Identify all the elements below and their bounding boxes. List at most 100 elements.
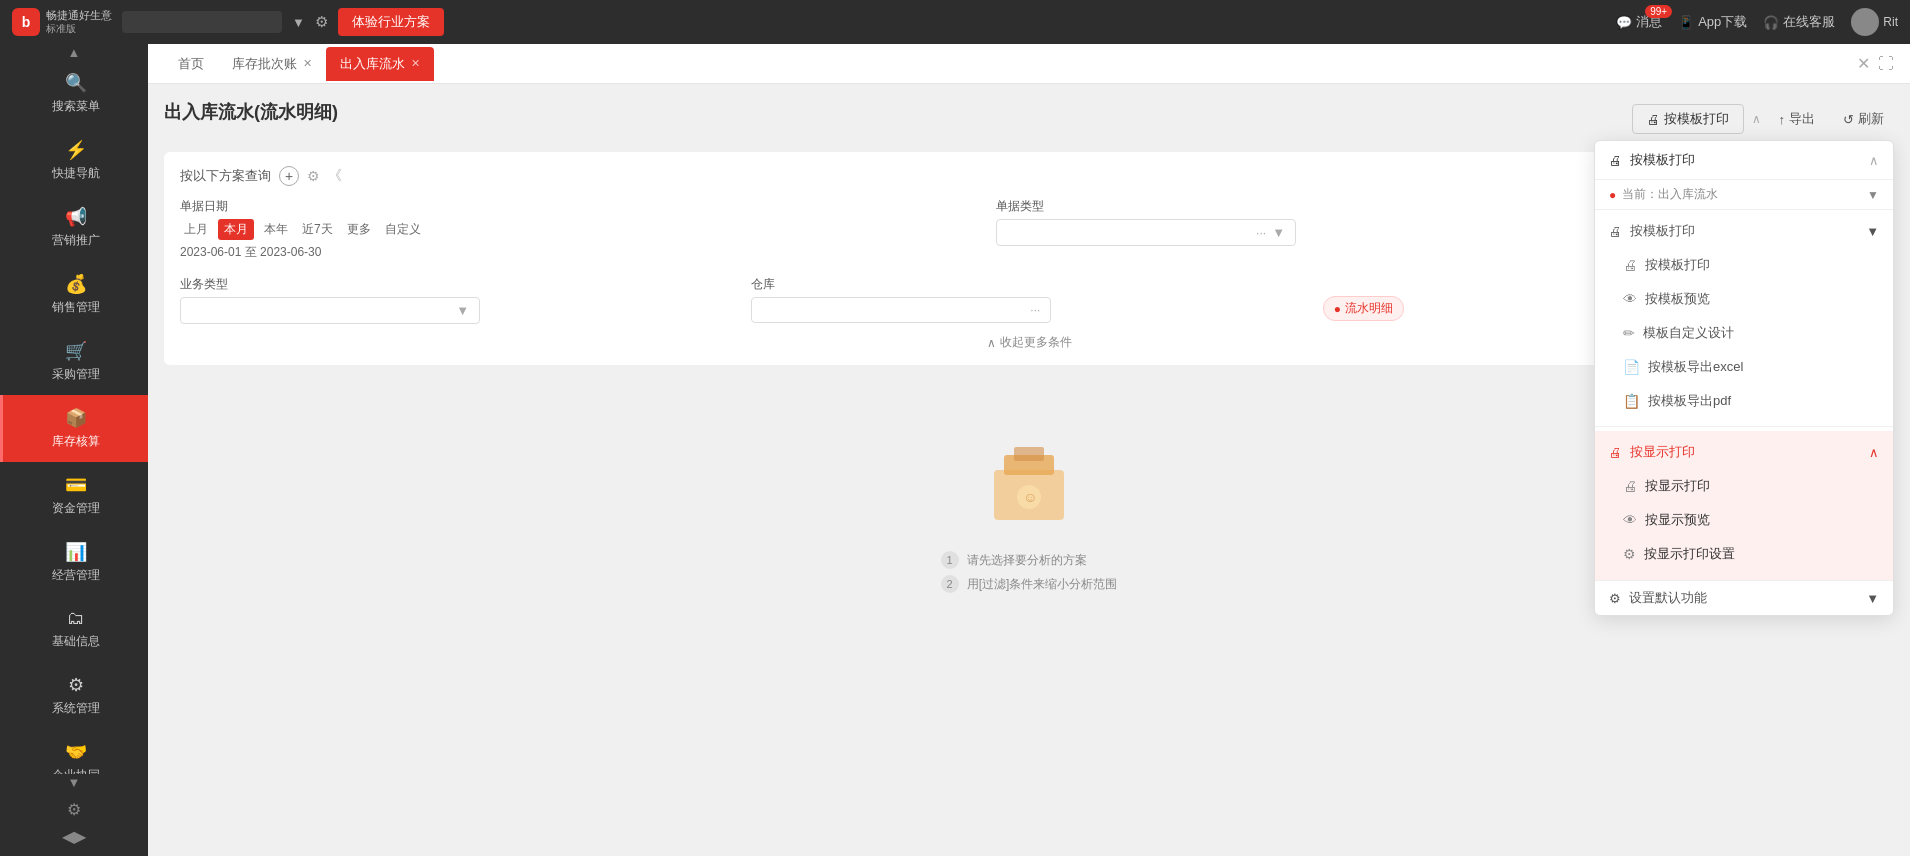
tab-flow-close[interactable]: ✕	[411, 57, 420, 70]
marketing-icon: 📢	[65, 206, 87, 228]
active-filter-label: 流水明细	[1345, 300, 1393, 317]
filter-add-button[interactable]: +	[279, 166, 299, 186]
display-section-chevron: ∧	[1869, 445, 1879, 460]
sidebar-item-finance[interactable]: 💳 资金管理	[0, 462, 148, 529]
cooperation-icon: 🤝	[65, 741, 87, 763]
operations-icon: 📊	[65, 541, 87, 563]
template-print-item[interactable]: 🖨 按模板打印	[1595, 248, 1893, 282]
sidebar-settings-icon[interactable]: ⚙	[67, 800, 81, 819]
sidebar-bottom: ⚙ ◀▶	[0, 790, 148, 856]
user-avatar-area[interactable]: Rit	[1851, 8, 1898, 36]
active-filter-icon: ●	[1334, 302, 1341, 316]
export-button[interactable]: ↑ 导出	[1769, 105, 1826, 133]
sidebar-collapse-icon[interactable]: ◀▶	[62, 827, 86, 846]
display-print-icon: 🖨	[1623, 478, 1637, 494]
tab-home[interactable]: 首页	[164, 47, 218, 81]
template-preview-item[interactable]: 👁 按模板预览	[1595, 282, 1893, 316]
sidebar-item-label: 经营管理	[52, 567, 100, 584]
date-label: 单据日期	[180, 198, 980, 215]
footer-chevron: ▼	[1866, 591, 1879, 606]
tab-batch[interactable]: 库存批次账 ✕	[218, 47, 326, 81]
date-btn-last-month[interactable]: 上月	[180, 219, 212, 240]
tab-bar-close-btn[interactable]: ✕	[1857, 54, 1870, 73]
template-export-excel-item[interactable]: 📄 按模板导出excel	[1595, 350, 1893, 384]
main-layout: ▲ 🔍 搜索菜单 ⚡ 快捷导航 📢 营销推广 💰 销售管理 🛒 采购管理	[0, 44, 1910, 856]
sidebar-item-cooperation[interactable]: 🤝 企业协同	[0, 729, 148, 774]
display-print-item[interactable]: 🖨 按显示打印	[1595, 469, 1893, 503]
solution-button[interactable]: 体验行业方案	[338, 8, 444, 36]
headset-icon: 🎧	[1763, 15, 1779, 30]
purchase-icon: 🛒	[65, 340, 87, 362]
sidebar-item-operations[interactable]: 📊 经营管理	[0, 529, 148, 596]
footer-settings-icon: ⚙	[1609, 591, 1621, 606]
sidebar-scroll-down[interactable]: ▼	[0, 774, 148, 790]
tab-bar-expand-btn[interactable]: ⛶	[1878, 54, 1894, 73]
export-label: 导出	[1789, 110, 1815, 128]
sidebar-item-marketing[interactable]: 📢 营销推广	[0, 194, 148, 261]
sidebar-item-system[interactable]: ⚙ 系统管理	[0, 662, 148, 729]
print-template-button[interactable]: 🖨 按模板打印	[1632, 104, 1744, 134]
message-badge: 99+	[1645, 5, 1672, 18]
step-item-1: 1 请先选择要分析的方案	[941, 551, 1118, 569]
sidebar-item-shortcut[interactable]: ⚡ 快捷导航	[0, 127, 148, 194]
tab-batch-close[interactable]: ✕	[303, 57, 312, 70]
app-download-button[interactable]: 📱 App下载	[1678, 13, 1747, 31]
current-chevron-down[interactable]: ▼	[1867, 188, 1879, 202]
sidebar-item-label: 采购管理	[52, 366, 100, 383]
sidebar-item-label: 系统管理	[52, 700, 100, 717]
empty-state-icon: ☺	[979, 435, 1079, 535]
filter-collapse-icon[interactable]: 《	[328, 167, 342, 185]
print-dropdown-chevron-up[interactable]: ∧	[1869, 153, 1879, 168]
sidebar-item-search[interactable]: 🔍 搜索菜单	[0, 60, 148, 127]
template-custom-item[interactable]: ✏ 模板自定义设计	[1595, 316, 1893, 350]
message-button[interactable]: 💬 消息 99+	[1616, 13, 1662, 31]
filter-header-label: 按以下方案查询	[180, 167, 271, 185]
topbar-search-input[interactable]	[122, 11, 282, 33]
inventory-icon: 📦	[65, 407, 87, 429]
biz-type-select[interactable]: ▼	[180, 297, 480, 324]
display-print-settings-item[interactable]: ⚙ 按显示打印设置	[1595, 537, 1893, 571]
logo-icon: b	[12, 8, 40, 36]
filter-gear-icon[interactable]: ⚙	[307, 168, 320, 184]
topbar-gear-icon[interactable]: ⚙	[315, 13, 328, 31]
sidebar-item-inventory[interactable]: 📦 库存核算	[0, 395, 148, 462]
date-btn-7days[interactable]: 近7天	[298, 219, 337, 240]
print-dropdown-title: 按模板打印	[1630, 151, 1695, 169]
tab-batch-label: 库存批次账	[232, 55, 297, 73]
warehouse-more[interactable]: ···	[1030, 303, 1040, 317]
step-item-2: 2 用[过滤]条件来缩小分析范围	[941, 575, 1118, 593]
print-dropdown-footer[interactable]: ⚙ 设置默认功能 ▼	[1595, 580, 1893, 615]
sidebar-item-basic[interactable]: 🗂 基础信息	[0, 596, 148, 662]
online-service-button[interactable]: 🎧 在线客服	[1763, 13, 1835, 31]
topbar-dropdown-chevron[interactable]: ▼	[292, 15, 305, 30]
date-btn-custom[interactable]: 自定义	[381, 219, 425, 240]
display-section-header[interactable]: 🖨 按显示打印 ∧	[1595, 435, 1893, 469]
tab-flow[interactable]: 出入库流水 ✕	[326, 47, 434, 81]
sidebar-item-sales[interactable]: 💰 销售管理	[0, 261, 148, 328]
template-export-pdf-item[interactable]: 📋 按模板导出pdf	[1595, 384, 1893, 418]
date-btn-this-year[interactable]: 本年	[260, 219, 292, 240]
display-section-label: 按显示打印	[1630, 443, 1695, 461]
date-filter-group: 单据日期 上月 本月 本年 近7天 更多 自定义 2023-06-01 至 20…	[180, 198, 980, 261]
display-preview-label: 按显示预览	[1645, 511, 1710, 529]
divider	[1595, 426, 1893, 427]
logo-badge: 标准版	[46, 22, 112, 36]
sidebar-item-purchase[interactable]: 🛒 采购管理	[0, 328, 148, 395]
display-preview-item[interactable]: 👁 按显示预览	[1595, 503, 1893, 537]
warehouse-select[interactable]: ···	[751, 297, 1051, 323]
print-chevron-up[interactable]: ∧	[1752, 112, 1761, 126]
doc-type-select[interactable]: ··· ▼	[996, 219, 1296, 246]
template-section-header[interactable]: 🖨 按模板打印 ▼	[1595, 214, 1893, 248]
step-number-2: 2	[941, 575, 959, 593]
display-section-icon: 🖨	[1609, 445, 1622, 460]
collapse-button[interactable]: ∧ 收起更多条件	[987, 334, 1072, 351]
refresh-button[interactable]: ↺ 刷新	[1833, 105, 1894, 133]
refresh-icon: ↺	[1843, 112, 1854, 127]
sidebar-item-label: 销售管理	[52, 299, 100, 316]
doc-type-more[interactable]: ···	[1256, 226, 1266, 240]
display-export-excel-item[interactable]: 📄 按显示导出excel	[1595, 571, 1893, 580]
date-btn-this-month[interactable]: 本月	[218, 219, 254, 240]
date-btn-more[interactable]: 更多	[343, 219, 375, 240]
display-print-settings-icon: ⚙	[1623, 546, 1636, 562]
sidebar-scroll-up[interactable]: ▲	[0, 44, 148, 60]
